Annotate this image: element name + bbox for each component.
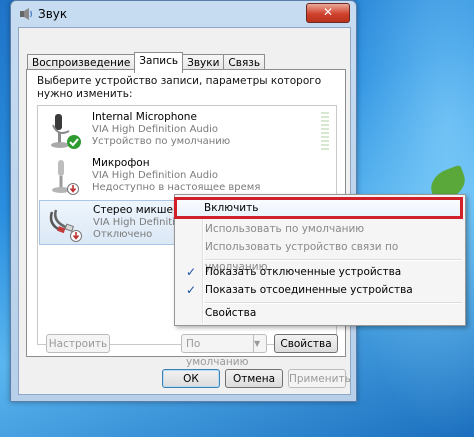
- menu-item-show-disabled[interactable]: ✓ Показать отключенные устройства: [178, 262, 460, 282]
- audio-cable-icon: [49, 209, 82, 242]
- menu-separator: [205, 259, 462, 261]
- device-status: Отключено: [93, 229, 153, 240]
- menu-item-enable[interactable]: Включить: [174, 197, 463, 219]
- properties-button[interactable]: Свойства: [274, 334, 338, 353]
- device-internal-microphone[interactable]: Internal Microphone VIA High Definition …: [39, 108, 335, 153]
- menu-item-set-default-comms[interactable]: Использовать устройство связи по умолчан…: [178, 237, 460, 273]
- menu-item-label: Показать отсоединенные устройства: [205, 284, 413, 296]
- tab-strip: Воспроизведение Запись Звуки Связь: [27, 52, 266, 73]
- device-status: Недоступно в настоящее время: [92, 182, 261, 193]
- microphone-icon: [51, 114, 81, 149]
- set-default-button[interactable]: По умолчанию ▼: [181, 334, 267, 368]
- window-title: Звук: [38, 7, 68, 21]
- tab-recording[interactable]: Запись: [134, 52, 184, 73]
- check-icon: ✓: [186, 283, 197, 297]
- ok-button[interactable]: ОК: [162, 369, 220, 388]
- level-meter: [321, 112, 329, 150]
- chevron-down-icon[interactable]: ▼: [253, 335, 266, 352]
- menu-item-label: Включить: [204, 202, 259, 214]
- device-context-menu: Включить Использовать по умолчанию Испол…: [174, 194, 466, 326]
- device-name: Микрофон: [92, 157, 150, 169]
- menu-item-label: Использовать по умолчанию: [205, 223, 365, 235]
- title-bar: Звук ✕: [11, 1, 356, 27]
- menu-item-label: Свойства: [205, 307, 257, 319]
- device-prompt: Выберите устройство записи, параметры ко…: [37, 75, 322, 100]
- cancel-button[interactable]: Отмена: [225, 369, 283, 388]
- set-default-label: По умолчанию: [186, 338, 249, 368]
- close-button[interactable]: ✕: [306, 3, 350, 23]
- menu-item-label: Показать отключенные устройства: [205, 266, 402, 278]
- device-driver: VIA High Definition Audio: [92, 124, 218, 135]
- speaker-icon: [20, 8, 33, 20]
- menu-item-properties[interactable]: Свойства: [178, 303, 460, 323]
- microphone-icon: [52, 160, 79, 195]
- configure-button[interactable]: Настроить: [46, 334, 110, 353]
- menu-item-set-default[interactable]: Использовать по умолчанию: [178, 219, 460, 239]
- apply-button[interactable]: Применить: [288, 369, 351, 388]
- device-status: Устройство по умолчанию: [92, 136, 231, 147]
- close-icon: ✕: [322, 5, 334, 19]
- check-icon: ✓: [186, 265, 197, 279]
- menu-item-show-disconnected[interactable]: ✓ Показать отсоединенные устройства: [178, 280, 460, 300]
- device-name: Стерео микшер: [93, 204, 180, 216]
- device-microphone[interactable]: Микрофон VIA High Definition Audio Недос…: [39, 154, 335, 199]
- device-driver: VIA High Definition Audio: [92, 170, 218, 181]
- device-name: Internal Microphone: [92, 111, 197, 123]
